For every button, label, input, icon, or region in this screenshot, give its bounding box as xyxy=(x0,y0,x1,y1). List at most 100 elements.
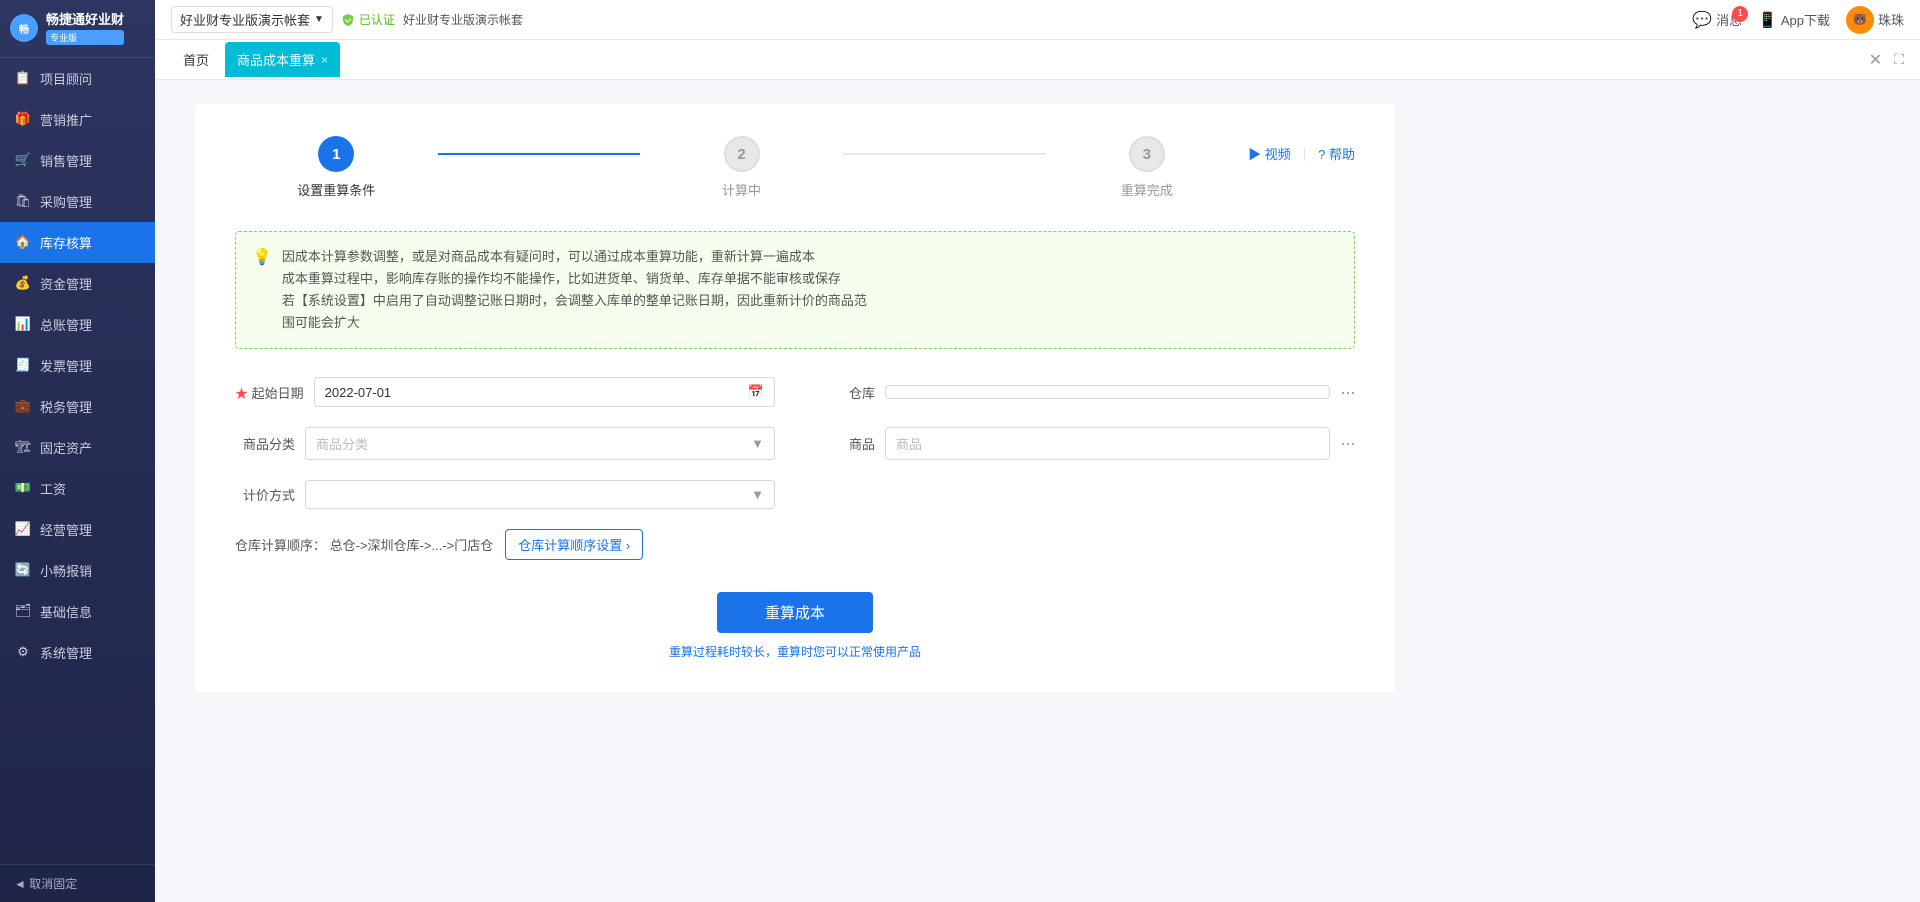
sidebar-item-accounting[interactable]: 📊 总账管理 xyxy=(0,304,155,345)
calendar-icon: 📅 xyxy=(748,384,764,400)
tax-icon: 💼 xyxy=(14,397,32,415)
warehouse-order-settings-button[interactable]: 仓库计算顺序设置 › xyxy=(505,529,643,560)
sidebar-item-label: 小畅报销 xyxy=(40,561,92,580)
info-line-4: 围可能会扩大 xyxy=(282,312,867,334)
content-area: 1 设置重算条件 2 计算中 3 重算完成 ▶ 视频 | ? 帮助 xyxy=(155,80,1920,902)
verified-text: 已认证 xyxy=(359,11,395,28)
tab-home[interactable]: 首页 xyxy=(171,42,221,77)
submit-area: 重算成本 重算过程耗时较长，重算时您可以正常使用产品 xyxy=(235,592,1355,660)
warehouse-label: 仓库 xyxy=(815,383,875,402)
video-button[interactable]: ▶ 视频 xyxy=(1248,144,1291,163)
chevron-down-icon: ▼ xyxy=(751,436,764,451)
info-line-2: 成本重算过程中，影响库存账的操作均不能操作，比如进货单、销货单、库存单据不能审核… xyxy=(282,268,867,290)
sidebar-item-finance[interactable]: 💰 资金管理 xyxy=(0,263,155,304)
warehouse-input[interactable] xyxy=(885,385,1330,399)
shield-icon xyxy=(341,13,355,27)
recalc-button[interactable]: 重算成本 xyxy=(717,592,873,633)
account-name: 好业财专业版演示帐套 xyxy=(403,11,523,28)
sidebar-item-label: 基础信息 xyxy=(40,602,92,621)
step-line-2 xyxy=(843,153,1046,155)
help-button[interactable]: ? 帮助 xyxy=(1318,144,1355,163)
sidebar-item-operations[interactable]: 📈 经营管理 xyxy=(0,509,155,550)
sidebar-item-salary[interactable]: 💵 工资 xyxy=(0,468,155,509)
operations-icon: 📈 xyxy=(14,520,32,538)
warehouse-more-button[interactable]: ··· xyxy=(1340,382,1355,403)
user-name: 珠珠 xyxy=(1878,10,1904,29)
goods-label: 商品 xyxy=(815,434,875,453)
sidebar-item-inventory[interactable]: 🏠 库存核算 xyxy=(0,222,155,263)
sidebar-item-assets[interactable]: 🏗 固定资产 xyxy=(0,427,155,468)
warehouse-order-value: 总仓->深圳仓库->...->门店仓 xyxy=(330,538,494,553)
main-area: 好业财专业版演示帐套 ▼ 已认证 好业财专业版演示帐套 💬 消息 1 📱 App… xyxy=(155,0,1920,902)
sidebar-nav: 📋 项目顾问 🎁 营销推广 🛒 销售管理 🛍 采购管理 🏠 库存核算 💰 资金管… xyxy=(0,58,155,864)
sidebar-item-label: 销售管理 xyxy=(40,151,92,170)
verified-badge: 已认证 xyxy=(341,11,395,28)
topbar-right: 💬 消息 1 📱 App下载 🐻 珠珠 xyxy=(1692,6,1904,34)
form-row-warehouse: 仓库 ··· xyxy=(815,377,1355,407)
tabs-actions: ✕ ⛶ xyxy=(1869,50,1904,70)
form-grid: ★ 起始日期 2022-07-01 📅 仓库 ··· xyxy=(235,377,1355,509)
content-card: 1 设置重算条件 2 计算中 3 重算完成 ▶ 视频 | ? 帮助 xyxy=(195,104,1395,692)
inventory-icon: 🏠 xyxy=(14,233,32,251)
step1-label: 设置重算条件 xyxy=(297,180,375,199)
expand-button[interactable]: ⛶ xyxy=(1894,51,1904,68)
form-row-start-date: ★ 起始日期 2022-07-01 📅 xyxy=(235,377,775,407)
price-method-select[interactable]: ▼ xyxy=(305,480,775,509)
invoice-icon: 🧾 xyxy=(14,356,32,374)
sidebar-item-tax[interactable]: 💼 税务管理 xyxy=(0,386,155,427)
basic-icon: 🗂 xyxy=(14,602,32,620)
sidebar-item-project[interactable]: 📋 项目顾问 xyxy=(0,58,155,99)
step-2: 2 计算中 xyxy=(640,136,843,199)
goods-more-button[interactable]: ··· xyxy=(1340,433,1355,454)
accounting-icon: 📊 xyxy=(14,315,32,333)
sidebar-item-expense[interactable]: 🔄 小畅报销 xyxy=(0,550,155,591)
sidebar-title: 畅捷通好业财 xyxy=(46,12,124,28)
step-3: 3 重算完成 xyxy=(1046,136,1249,199)
sidebar-item-label: 资金管理 xyxy=(40,274,92,293)
project-icon: 📋 xyxy=(14,69,32,87)
price-method-label: 计价方式 xyxy=(235,485,295,504)
marketing-icon: 🎁 xyxy=(14,110,32,128)
goods-placeholder: 商品 xyxy=(896,434,1319,453)
sidebar-item-sales[interactable]: 🛒 销售管理 xyxy=(0,140,155,181)
phone-icon: 📱 xyxy=(1758,11,1777,29)
account-selector[interactable]: 好业财专业版演示帐套 ▼ xyxy=(171,6,333,33)
assets-icon: 🏗 xyxy=(14,438,32,456)
sidebar-item-basic[interactable]: 🗂 基础信息 xyxy=(0,591,155,632)
steps: 1 设置重算条件 2 计算中 3 重算完成 ▶ 视频 | ? 帮助 xyxy=(235,136,1355,199)
user-avatar-button[interactable]: 🐻 珠珠 xyxy=(1846,6,1904,34)
notification-badge: 1 xyxy=(1732,6,1748,22)
app-download-button[interactable]: 📱 App下载 xyxy=(1758,10,1830,29)
goods-input[interactable]: 商品 xyxy=(885,427,1330,460)
sidebar-item-marketing[interactable]: 🎁 营销推广 xyxy=(0,99,155,140)
step-line-1 xyxy=(438,153,641,155)
sidebar: 畅 畅捷通好业财 专业版 📋 项目顾问 🎁 营销推广 🛒 销售管理 🛍 采购管理… xyxy=(0,0,155,902)
step1-circle: 1 xyxy=(318,136,354,172)
sidebar-item-invoice[interactable]: 🧾 发票管理 xyxy=(0,345,155,386)
warehouse-order-row: 仓库计算顺序： 总仓->深圳仓库->...->门店仓 仓库计算顺序设置 › xyxy=(235,529,1355,560)
message-button[interactable]: 💬 消息 1 xyxy=(1692,10,1742,30)
start-date-input[interactable]: 2022-07-01 📅 xyxy=(314,377,775,407)
salary-icon: 💵 xyxy=(14,479,32,497)
step3-label: 重算完成 xyxy=(1121,180,1173,199)
sidebar-item-label: 系统管理 xyxy=(40,643,92,662)
sidebar-item-label: 经营管理 xyxy=(40,520,92,539)
close-window-button[interactable]: ✕ xyxy=(1869,50,1882,70)
info-line-1: 因成本计算参数调整，或是对商品成本有疑问时，可以通过成本重算功能，重新计算一遍成… xyxy=(282,246,867,268)
tab-close-button[interactable]: × xyxy=(321,53,328,67)
expense-icon: 🔄 xyxy=(14,561,32,579)
avatar-icon: 🐻 xyxy=(1853,13,1867,26)
category-placeholder: 商品分类 xyxy=(316,434,745,453)
topbar: 好业财专业版演示帐套 ▼ 已认证 好业财专业版演示帐套 💬 消息 1 📱 App… xyxy=(155,0,1920,40)
avatar: 🐻 xyxy=(1846,6,1874,34)
sidebar-header: 畅 畅捷通好业财 专业版 xyxy=(0,0,155,58)
tab-recalc[interactable]: 商品成本重算 × xyxy=(225,42,340,77)
sidebar-item-system[interactable]: ⚙ 系统管理 xyxy=(0,632,155,673)
sidebar-item-purchase[interactable]: 🛍 采购管理 xyxy=(0,181,155,222)
sidebar-footer-pin[interactable]: ◄ 取消固定 xyxy=(0,864,155,902)
system-icon: ⚙ xyxy=(14,643,32,661)
warehouse-order-label: 仓库计算顺序： 总仓->深圳仓库->...->门店仓 xyxy=(235,535,493,554)
app-download-label: App下载 xyxy=(1781,10,1830,29)
category-select[interactable]: 商品分类 ▼ xyxy=(305,427,775,460)
info-box: 💡 因成本计算参数调整，或是对商品成本有疑问时，可以通过成本重算功能，重新计算一… xyxy=(235,231,1355,349)
